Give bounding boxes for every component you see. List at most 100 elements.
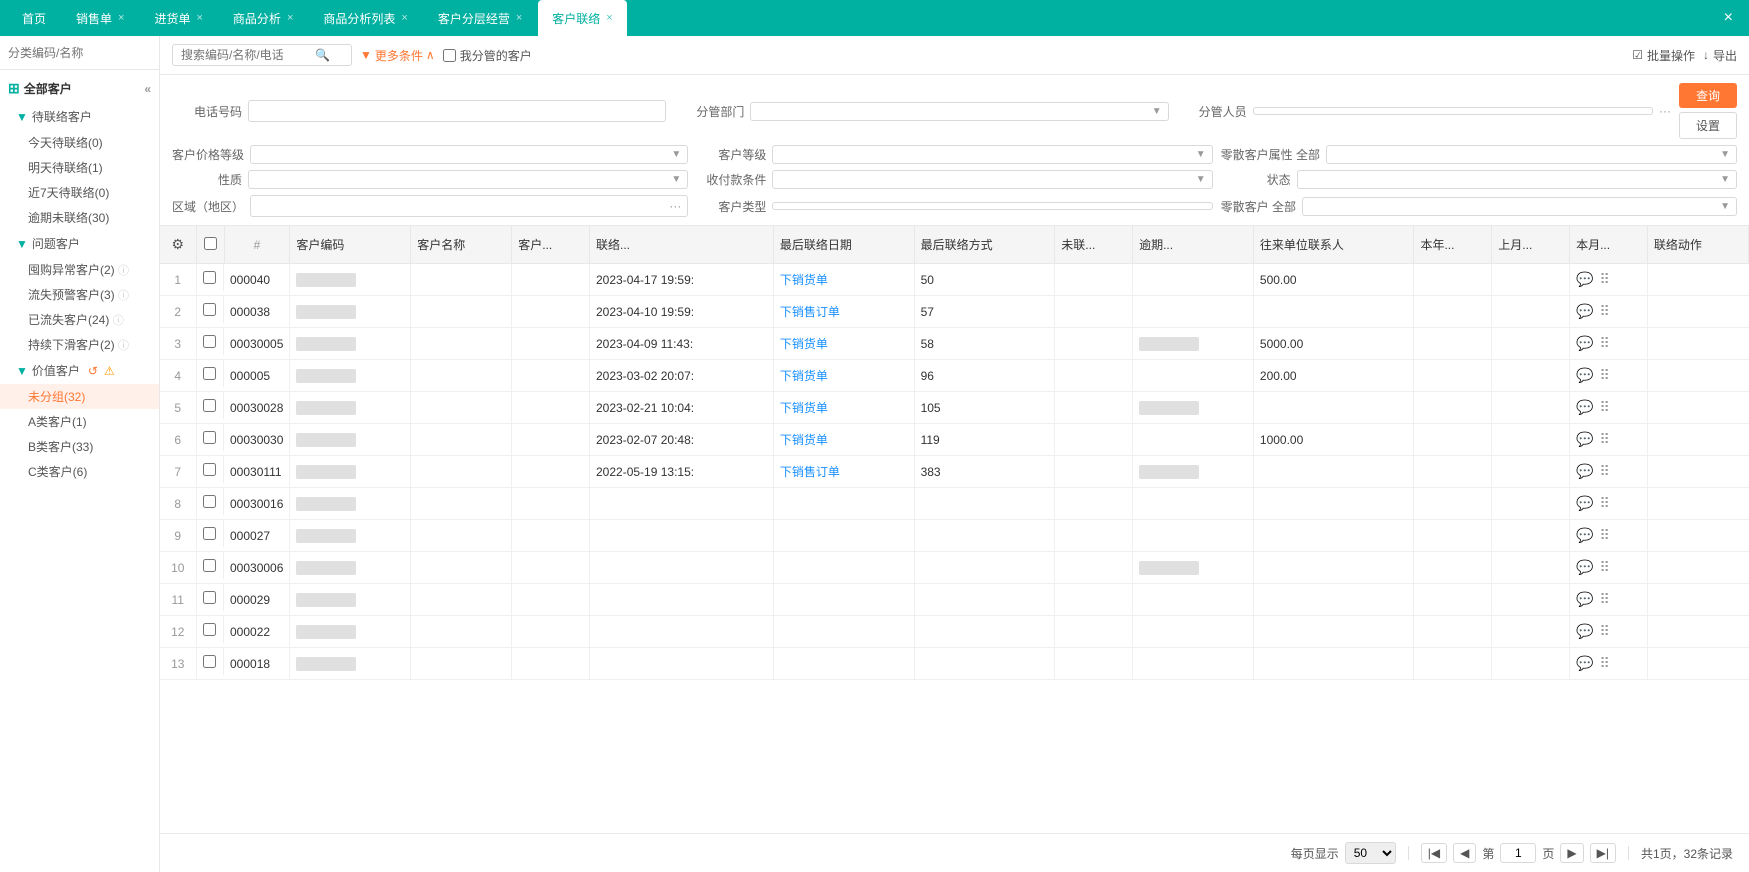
more-action-icon[interactable]: ⠿ <box>1600 559 1610 576</box>
contact-icon[interactable]: 💬 <box>1576 591 1593 608</box>
sidebar-item-declining[interactable]: 持续下滑客户(2) ⓘ <box>0 332 159 357</box>
retail-attr-select[interactable]: ▼ <box>1326 145 1737 164</box>
reset-button[interactable]: 设置 <box>1679 112 1737 139</box>
more-action-icon[interactable]: ⠿ <box>1600 591 1610 608</box>
payment-select[interactable]: ▼ <box>772 170 1212 189</box>
more-action-icon[interactable]: ⠿ <box>1600 527 1610 544</box>
batch-ops-btn[interactable]: ☑ 批量操作 <box>1632 47 1695 64</box>
export-btn[interactable]: ↓ 导出 <box>1703 47 1737 64</box>
more-action-icon[interactable]: ⠿ <box>1600 431 1610 448</box>
row-checkbox[interactable] <box>203 399 216 412</box>
col-cust-type[interactable]: 客户... <box>512 226 590 264</box>
tab-product-analysis-list[interactable]: 商品分析列表 × <box>309 0 421 36</box>
row-checkbox[interactable] <box>203 623 216 636</box>
search-icon[interactable]: 🔍 <box>315 48 330 62</box>
close-all-tabs[interactable]: × <box>1716 5 1741 31</box>
row-checkbox[interactable] <box>203 527 216 540</box>
status-select[interactable]: ▼ <box>1297 170 1737 189</box>
more-action-icon[interactable]: ⠿ <box>1600 655 1610 672</box>
sidebar-all-customers[interactable]: ⊞ 全部客户 « <box>0 74 159 103</box>
more-action-icon[interactable]: ⠿ <box>1600 495 1610 512</box>
last-method-link[interactable]: 下销售订单 <box>780 465 840 479</box>
col-not-contact[interactable]: 未联... <box>1055 226 1133 264</box>
last-method-link[interactable]: 下销货单 <box>780 433 828 447</box>
customer-type-select[interactable] <box>772 202 1212 210</box>
region-more-icon[interactable]: ··· <box>669 199 681 213</box>
more-action-icon[interactable]: ⠿ <box>1600 623 1610 640</box>
row-checkbox[interactable] <box>203 591 216 604</box>
row-checkbox[interactable] <box>203 559 216 572</box>
price-level-select[interactable]: ▼ <box>250 145 688 164</box>
tab-customer-contact[interactable]: 客户联络 × <box>538 0 626 36</box>
sidebar-group-value[interactable]: ▼ 价值客户 ↺ ⚠ <box>0 357 159 384</box>
tab-product-list-close[interactable]: × <box>401 12 407 24</box>
sidebar-item-abnormal[interactable]: 囤购异常客户(2) ⓘ <box>0 257 159 282</box>
contact-icon[interactable]: 💬 <box>1576 367 1593 384</box>
row-checkbox[interactable] <box>203 495 216 508</box>
last-method-link[interactable]: 下销货单 <box>780 273 828 287</box>
sidebar-item-churned[interactable]: 已流失客户(24) ⓘ <box>0 307 159 332</box>
sidebar-item-today[interactable]: 今天待联络(0) <box>0 130 159 155</box>
value-refresh-icon[interactable]: ↺ <box>88 364 98 378</box>
sidebar-item-class-b[interactable]: B类客户(33) <box>0 434 159 459</box>
col-last-date[interactable]: 最后联络日期 <box>773 226 914 264</box>
table-settings-btn[interactable]: ⚙ <box>169 234 186 255</box>
collapse-sidebar-btn[interactable]: « <box>144 82 151 96</box>
sidebar-item-7days[interactable]: 近7天待联络(0) <box>0 180 159 205</box>
last-method-link[interactable]: 下销货单 <box>780 337 828 351</box>
col-last-month[interactable]: 上月... <box>1492 226 1570 264</box>
sidebar-item-overdue[interactable]: 逾期未联络(30) <box>0 205 159 230</box>
last-method-link[interactable]: 下销货单 <box>780 369 828 383</box>
per-page-select[interactable]: 50 20 100 <box>1345 842 1396 864</box>
query-button[interactable]: 查询 <box>1679 83 1737 108</box>
more-action-icon[interactable]: ⠿ <box>1600 463 1610 480</box>
contact-icon[interactable]: 💬 <box>1576 303 1593 320</box>
contact-icon[interactable]: 💬 <box>1576 623 1593 640</box>
last-method-link[interactable]: 下销售订单 <box>780 305 840 319</box>
my-customers-check[interactable] <box>443 49 456 62</box>
more-conditions-btn[interactable]: ▼ 更多条件 ∧ <box>360 47 435 64</box>
select-all-checkbox[interactable] <box>204 237 217 250</box>
contact-icon[interactable]: 💬 <box>1576 335 1593 352</box>
row-checkbox[interactable] <box>203 431 216 444</box>
my-customers-checkbox[interactable]: 我分管的客户 <box>443 47 532 64</box>
contact-icon[interactable]: 💬 <box>1576 463 1593 480</box>
contact-icon[interactable]: 💬 <box>1576 655 1593 672</box>
retail-customer-select[interactable]: ▼ <box>1302 197 1737 216</box>
sidebar-item-churn-warning[interactable]: 流失预警客户(3) ⓘ <box>0 282 159 307</box>
col-name[interactable]: 客户名称 <box>411 226 512 264</box>
next-page-btn[interactable]: ▶ <box>1560 843 1583 863</box>
tab-product-analysis-close[interactable]: × <box>287 12 293 24</box>
contact-icon[interactable]: 💬 <box>1576 271 1593 288</box>
tab-customer-segment[interactable]: 客户分层经营 × <box>424 0 536 36</box>
row-checkbox[interactable] <box>203 303 216 316</box>
row-checkbox[interactable] <box>203 335 216 348</box>
first-page-btn[interactable]: |◀ <box>1421 843 1447 863</box>
col-code[interactable]: 客户编码 <box>290 226 411 264</box>
col-last-method[interactable]: 最后联络方式 <box>914 226 1055 264</box>
contact-icon[interactable]: 💬 <box>1576 527 1593 544</box>
col-overdue[interactable]: 逾期... <box>1133 226 1254 264</box>
sidebar-group-problem[interactable]: ▼ 问题客户 <box>0 230 159 257</box>
tab-home[interactable]: 首页 <box>8 0 60 36</box>
prev-page-btn[interactable]: ◀ <box>1453 843 1476 863</box>
col-contact[interactable]: 联络... <box>590 226 774 264</box>
tab-customer-contact-close[interactable]: × <box>606 12 612 24</box>
page-input[interactable] <box>1500 843 1536 863</box>
row-checkbox[interactable] <box>203 463 216 476</box>
row-checkbox[interactable] <box>203 655 216 668</box>
sidebar-group-pending[interactable]: ▼ 待联络客户 <box>0 103 159 130</box>
more-action-icon[interactable]: ⠿ <box>1600 367 1610 384</box>
contact-icon[interactable]: 💬 <box>1576 431 1593 448</box>
contact-icon[interactable]: 💬 <box>1576 495 1593 512</box>
customer-search-input[interactable] <box>181 48 311 62</box>
staff-more-icon[interactable]: ··· <box>1659 104 1671 118</box>
staff-select[interactable] <box>1253 107 1653 115</box>
row-checkbox[interactable] <box>203 271 216 284</box>
more-action-icon[interactable]: ⠿ <box>1600 335 1610 352</box>
sidebar-item-tomorrow[interactable]: 明天待联络(1) <box>0 155 159 180</box>
col-this-month[interactable]: 本月... <box>1570 226 1648 264</box>
tab-product-analysis[interactable]: 商品分析 × <box>219 0 307 36</box>
last-page-btn[interactable]: ▶| <box>1590 843 1616 863</box>
contact-icon[interactable]: 💬 <box>1576 559 1593 576</box>
